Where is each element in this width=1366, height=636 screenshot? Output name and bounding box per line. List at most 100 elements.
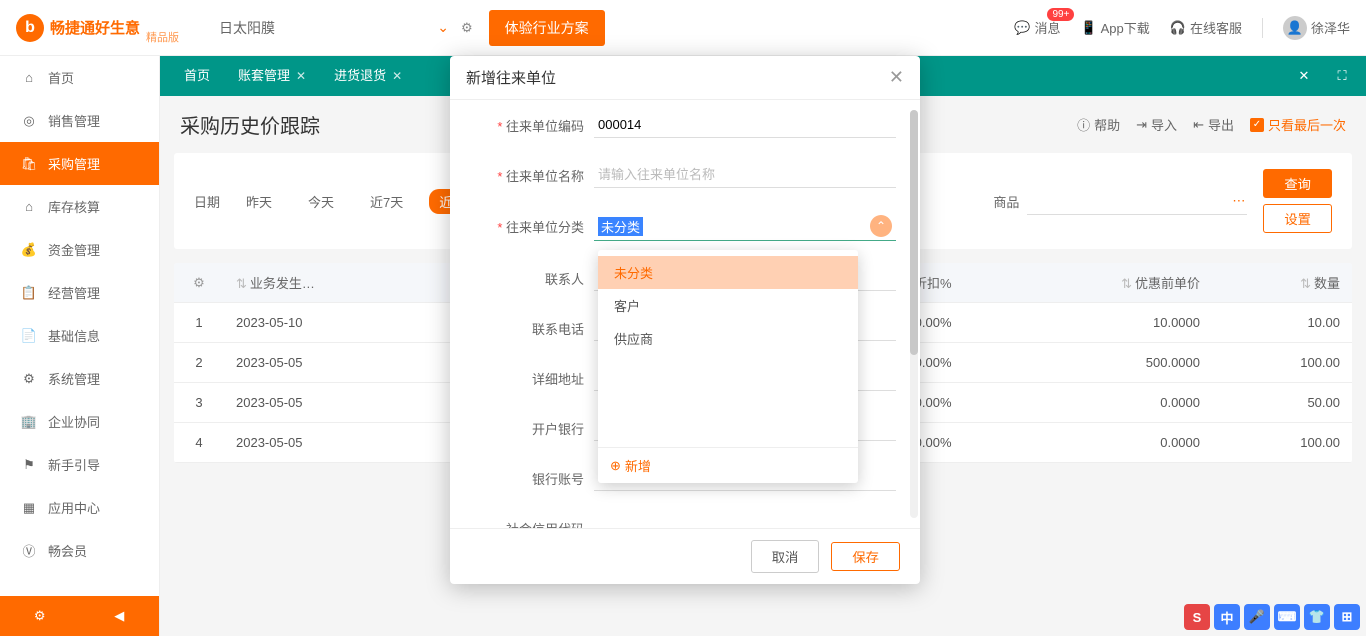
date-7days[interactable]: 近7天 (360, 189, 413, 214)
cell-price: 0.0000 (964, 383, 1212, 423)
customer-service-link[interactable]: 🎧 在线客服 (1170, 18, 1242, 37)
gear-icon[interactable]: ⚙ (461, 20, 473, 36)
logo-icon: b (16, 14, 44, 42)
sidebar-item-base-info[interactable]: 📄基础信息 (0, 314, 159, 357)
doc-icon: 📄 (20, 327, 38, 345)
dropdown-item-vendor[interactable]: 供应商 (598, 322, 858, 355)
goods-label: 商品 (993, 192, 1019, 211)
experience-button[interactable]: 体验行业方案 (489, 10, 605, 46)
sidebar-item-vip[interactable]: Ⓥ畅会员 (0, 529, 159, 572)
tab-home[interactable]: 首页 (170, 56, 224, 96)
user-menu[interactable]: 👤 徐泽华 (1283, 16, 1350, 40)
business-unit-select[interactable]: 日太阳膜 ⌄ (219, 18, 449, 38)
phone-label: 联系电话 (474, 319, 594, 338)
category-select[interactable]: 未分类 ⌃ (594, 212, 896, 241)
cell-date: 2023-05-05 (224, 383, 472, 423)
modal-close-button[interactable]: ✕ (889, 67, 904, 88)
tab-accounts[interactable]: 账套管理✕ (224, 56, 320, 96)
ime-lang-button[interactable]: 中 (1214, 604, 1240, 630)
sidebar-item-apps[interactable]: ▦应用中心 (0, 486, 159, 529)
gear-icon: ⚙ (34, 608, 46, 624)
address-label: 详细地址 (474, 369, 594, 388)
header-right: 💬 消息 99+ 📱 App下载 🎧 在线客服 👤 徐泽华 (1014, 16, 1350, 40)
export-link[interactable]: ⇤导出 (1193, 115, 1234, 134)
name-label: 往来单位名称 (474, 166, 594, 185)
chat-icon: 💬 (1014, 20, 1030, 36)
top-header: b 畅捷通好生意 精品版 日太阳膜 ⌄ ⚙ 体验行业方案 💬 消息 99+ 📱 … (0, 0, 1366, 56)
name-input[interactable] (594, 162, 896, 188)
clipboard-icon: 📋 (20, 284, 38, 302)
sidebar-item-funds[interactable]: 💰资金管理 (0, 228, 159, 271)
row-index: 3 (174, 383, 224, 423)
account-label: 银行账号 (474, 469, 594, 488)
scrollbar[interactable] (910, 110, 918, 518)
sidebar-collapse-button[interactable]: ◀ (80, 596, 160, 636)
scrollbar-thumb[interactable] (910, 110, 918, 355)
chevron-up-icon[interactable]: ⌃ (870, 215, 892, 237)
import-link[interactable]: ⇥导入 (1136, 115, 1177, 134)
col-qty[interactable]: ⇅数量 (1212, 263, 1352, 303)
sales-icon: ◎ (20, 112, 38, 130)
tab-purchase-return[interactable]: 进货退货✕ (320, 56, 416, 96)
sort-icon: ⇅ (236, 276, 247, 291)
sidebar-item-operations[interactable]: 📋经营管理 (0, 271, 159, 314)
export-icon: ⇤ (1193, 117, 1204, 133)
bank-label: 开户银行 (474, 419, 594, 438)
sidebar-item-collab[interactable]: 🏢企业协同 (0, 400, 159, 443)
brand-logo: b 畅捷通好生意 (16, 14, 140, 42)
close-icon[interactable]: ✕ (296, 56, 306, 96)
credit-input[interactable] (594, 515, 896, 528)
dropdown-add-button[interactable]: ⊕ 新增 (598, 447, 858, 483)
cell-date: 2023-05-10 (224, 303, 472, 343)
dropdown-item-uncategorized[interactable]: 未分类 (598, 256, 858, 289)
more-icon[interactable]: ⋯ (1232, 193, 1247, 209)
ime-toolbox-button[interactable]: ⊞ (1334, 604, 1360, 630)
collapse-icon: ◀ (114, 608, 124, 624)
query-button[interactable]: 查询 (1263, 169, 1332, 198)
close-icon[interactable]: ✕ (392, 56, 402, 96)
cell-qty: 100.00 (1212, 343, 1352, 383)
settings-button[interactable]: 设置 (1263, 204, 1332, 233)
ime-voice-button[interactable]: 🎤 (1244, 604, 1270, 630)
sidebar-item-inventory[interactable]: ⌂库存核算 (0, 185, 159, 228)
brand-name: 畅捷通好生意 (50, 17, 140, 38)
only-last-checkbox[interactable]: ✓只看最后一次 (1250, 115, 1346, 134)
ime-skin-button[interactable]: 👕 (1304, 604, 1330, 630)
sidebar-item-guide[interactable]: ⚑新手引导 (0, 443, 159, 486)
dropdown-item-customer[interactable]: 客户 (598, 289, 858, 322)
sidebar-item-home[interactable]: ⌂首页 (0, 56, 159, 99)
date-today[interactable]: 今天 (298, 189, 344, 214)
app-download-link[interactable]: 📱 App下载 (1080, 18, 1149, 37)
msg-badge: 99+ (1047, 8, 1074, 21)
phone-icon: 📱 (1080, 20, 1096, 36)
sidebar-item-purchase[interactable]: 🛍采购管理 (0, 142, 159, 185)
bag-icon: 🛍 (20, 155, 38, 173)
import-icon: ⇥ (1136, 117, 1147, 133)
credit-label: 社会信用代码 (474, 519, 594, 529)
category-dropdown: 未分类 客户 供应商 ⊕ 新增 (598, 250, 858, 483)
save-button[interactable]: 保存 (831, 542, 900, 571)
cancel-button[interactable]: 取消 (751, 540, 820, 573)
close-all-tabs-button[interactable]: ✕ (1290, 62, 1318, 90)
fullscreen-button[interactable]: ⛶ (1328, 62, 1356, 90)
ime-keyboard-button[interactable]: ⌨ (1274, 604, 1300, 630)
code-input[interactable] (594, 112, 896, 138)
ime-sogou-icon[interactable]: S (1184, 604, 1210, 630)
sidebar-item-system[interactable]: ⚙系统管理 (0, 357, 159, 400)
gear-icon: ⚙ (20, 370, 38, 388)
grid-icon: ▦ (20, 499, 38, 517)
help-icon: ⓘ (1077, 115, 1090, 134)
help-link[interactable]: ⓘ帮助 (1077, 115, 1120, 134)
sidebar-settings-button[interactable]: ⚙ (0, 596, 80, 636)
config-header[interactable]: ⚙ (174, 263, 224, 303)
home-icon: ⌂ (20, 69, 38, 87)
cell-date: 2023-05-05 (224, 343, 472, 383)
col-date[interactable]: ⇅业务发生… (224, 263, 472, 303)
messages-link[interactable]: 💬 消息 99+ (1014, 18, 1060, 37)
col-price[interactable]: ⇅优惠前单价 (964, 263, 1212, 303)
sidebar-item-sales[interactable]: ◎销售管理 (0, 99, 159, 142)
sidebar: ⌂首页 ◎销售管理 🛍采购管理 ⌂库存核算 💰资金管理 📋经营管理 📄基础信息 … (0, 56, 160, 636)
date-yesterday[interactable]: 昨天 (236, 189, 282, 214)
row-index: 1 (174, 303, 224, 343)
goods-select[interactable]: ⋯ (1027, 187, 1247, 215)
